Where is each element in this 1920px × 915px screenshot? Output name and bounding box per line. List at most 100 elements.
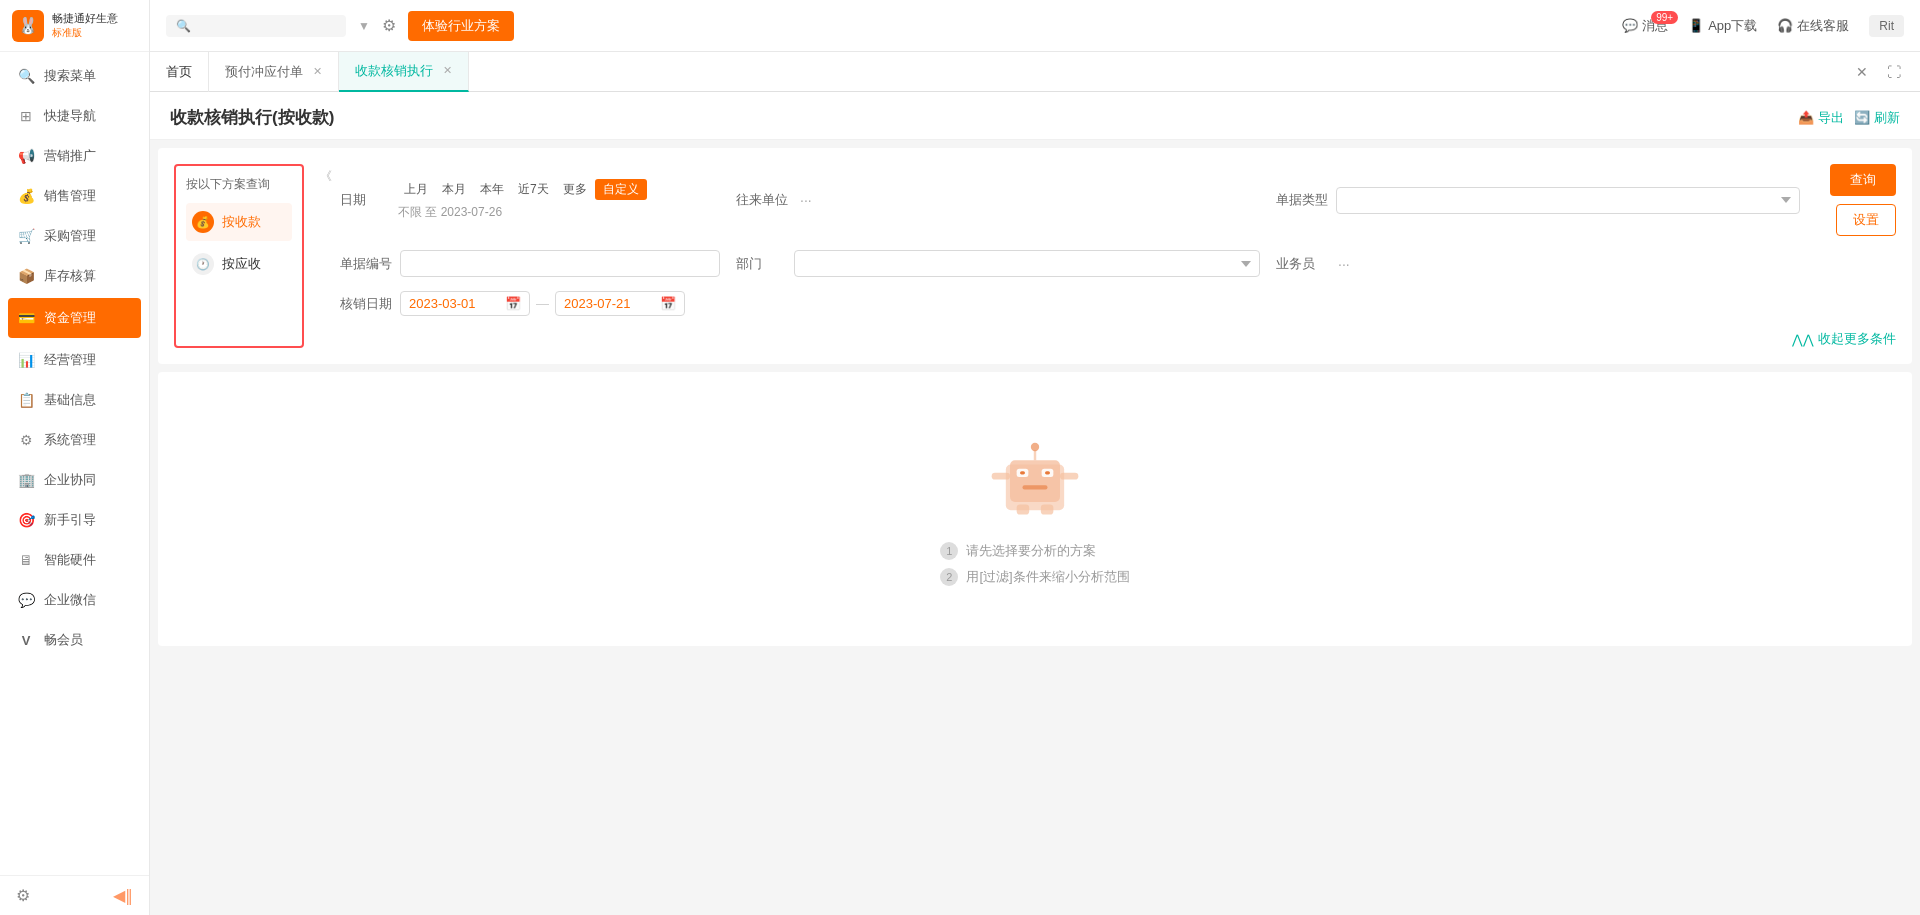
filter-option-by-collection[interactable]: 💰 按收款 xyxy=(186,203,292,241)
filter-option-collection-label: 按收款 xyxy=(222,213,261,231)
verify-date-end-wrap: 📅 xyxy=(555,291,685,316)
business-ellipsis-btn[interactable]: ··· xyxy=(1334,252,1354,276)
export-btn[interactable]: 📤 导出 xyxy=(1798,109,1844,127)
voucher-type-select[interactable] xyxy=(1336,187,1800,214)
date-separator: — xyxy=(536,296,549,311)
verify-date-start-input[interactable] xyxy=(409,296,499,311)
date-shortcut-last-month[interactable]: 上月 xyxy=(398,179,434,200)
sidebar-item-label: 快捷导航 xyxy=(44,107,96,125)
tab-expand-icon[interactable]: ⛶ xyxy=(1880,58,1908,86)
filter-form: 日期 上月 本月 本年 近7天 更多 自定义 不限 至 2023-07-26 xyxy=(340,164,1896,348)
tab-collection-label: 收款核销执行 xyxy=(355,62,433,80)
sidebar-item-label: 新手引导 xyxy=(44,511,96,529)
sidebar-item-member[interactable]: V 畅会员 xyxy=(0,620,149,660)
filter-area: 按以下方案查询 💰 按收款 🕐 按应收 《 日期 xyxy=(158,148,1912,364)
sidebar-item-hardware[interactable]: 🖥 智能硬件 xyxy=(0,540,149,580)
date-shortcut-more[interactable]: 更多 xyxy=(557,179,593,200)
tab-collection-close-icon[interactable]: ✕ xyxy=(443,64,452,77)
topbar-search[interactable]: 🔍 xyxy=(166,15,346,37)
page-title: 收款核销执行(按收款) xyxy=(170,106,334,129)
voucher-no-input[interactable] xyxy=(400,250,720,277)
industry-btn[interactable]: 体验行业方案 xyxy=(408,11,514,41)
basic-info-icon: 📋 xyxy=(16,390,36,410)
tab-home-label: 首页 xyxy=(166,63,192,81)
sidebar-item-system[interactable]: ⚙ 系统管理 xyxy=(0,420,149,460)
verify-date-start-cal-icon[interactable]: 📅 xyxy=(505,296,521,311)
tab-home[interactable]: 首页 xyxy=(150,52,209,92)
filter-row-1: 日期 上月 本月 本年 近7天 更多 自定义 不限 至 2023-07-26 xyxy=(340,164,1896,236)
filter-option-collection-icon: 💰 xyxy=(192,211,214,233)
date-field: 日期 上月 本月 本年 近7天 更多 自定义 不限 至 2023-07-26 xyxy=(340,179,720,221)
refresh-icon: 🔄 xyxy=(1854,110,1870,125)
sidebar-item-quick-nav[interactable]: ⊞ 快捷导航 xyxy=(0,96,149,136)
counterparty-ellipsis-btn[interactable]: ··· xyxy=(796,188,816,212)
settings-icon[interactable]: ⚙ xyxy=(16,886,30,905)
date-shortcut-group: 上月 本月 本年 近7天 更多 自定义 xyxy=(398,179,647,200)
tab-close-all-icon[interactable]: ✕ xyxy=(1848,58,1876,86)
collapse-sidebar-icon[interactable]: ◀‖ xyxy=(113,886,133,905)
sidebar-item-search[interactable]: 🔍 搜索菜单 xyxy=(0,56,149,96)
online-service-label: 在线客服 xyxy=(1797,17,1849,35)
sidebar-item-wechat[interactable]: 💬 企业微信 xyxy=(0,580,149,620)
sidebar-item-label: 畅会员 xyxy=(44,631,83,649)
filter-right-actions: 查询 设置 xyxy=(1816,164,1896,236)
refresh-btn[interactable]: 🔄 刷新 xyxy=(1854,109,1900,127)
verify-date-end-input[interactable] xyxy=(564,296,654,311)
app-download-btn[interactable]: 📱 App下载 xyxy=(1688,17,1757,35)
sidebar-nav: 🔍 搜索菜单 ⊞ 快捷导航 📢 营销推广 💰 销售管理 🛒 采购管理 📦 库存核… xyxy=(0,52,149,875)
tab-prepay-close-icon[interactable]: ✕ xyxy=(313,65,322,78)
export-label: 导出 xyxy=(1818,109,1844,127)
export-icon: 📤 xyxy=(1798,110,1814,125)
date-shortcut-this-month[interactable]: 本月 xyxy=(436,179,472,200)
department-select[interactable] xyxy=(794,250,1260,277)
date-not-limit-text: 不限 至 2023-07-26 xyxy=(398,204,647,221)
verify-date-field: 核销日期 📅 — 📅 xyxy=(340,291,1896,316)
sidebar-item-basic-info[interactable]: 📋 基础信息 xyxy=(0,380,149,420)
tab-prepay[interactable]: 预付冲应付单 ✕ xyxy=(209,52,339,92)
enterprise-icon: 🏢 xyxy=(16,470,36,490)
page-header: 收款核销执行(按收款) 📤 导出 🔄 刷新 xyxy=(150,92,1920,140)
sidebar-footer: ⚙ ◀‖ xyxy=(0,875,149,915)
sidebar-item-finance[interactable]: 💳 资金管理 xyxy=(8,298,141,338)
sidebar-item-marketing[interactable]: 📢 营销推广 xyxy=(0,136,149,176)
tab-collection[interactable]: 收款核销执行 ✕ xyxy=(339,52,469,92)
filter-sidebar-title: 按以下方案查询 xyxy=(186,176,292,193)
voucher-no-field: 单据编号 xyxy=(340,250,720,277)
system-icon: ⚙ xyxy=(16,430,36,450)
filter-option-receivable-label: 按应收 xyxy=(222,255,261,273)
refresh-label: 刷新 xyxy=(1874,109,1900,127)
filter-row-3: 核销日期 📅 — 📅 xyxy=(340,291,1896,316)
filter-collapse-btn[interactable]: 《 xyxy=(320,164,340,348)
message-btn[interactable]: 💬 消息 99+ xyxy=(1622,17,1668,35)
sidebar-item-purchase[interactable]: 🛒 采购管理 xyxy=(0,216,149,256)
sidebar-item-label: 资金管理 xyxy=(44,309,96,327)
topbar-search-icon: 🔍 xyxy=(176,19,191,33)
user-info[interactable]: Rit xyxy=(1869,15,1904,37)
date-shortcut-this-year[interactable]: 本年 xyxy=(474,179,510,200)
app-download-label: App下载 xyxy=(1708,17,1757,35)
svg-rect-1 xyxy=(1010,460,1060,502)
sidebar-item-enterprise[interactable]: 🏢 企业协同 xyxy=(0,460,149,500)
topbar-gear-icon[interactable]: ⚙ xyxy=(382,16,396,35)
sidebar-item-business[interactable]: 📊 经营管理 xyxy=(0,340,149,380)
filter-option-by-receivable[interactable]: 🕐 按应收 xyxy=(186,245,292,283)
more-conditions-btn[interactable]: ⋀⋀ 收起更多条件 xyxy=(340,330,1896,348)
verify-date-end-cal-icon[interactable]: 📅 xyxy=(660,296,676,311)
date-shortcut-7days[interactable]: 近7天 xyxy=(512,179,555,200)
sidebar-item-inventory[interactable]: 📦 库存核算 xyxy=(0,256,149,296)
empty-state: 1 请先选择要分析的方案 2 用[过滤]条件来缩小分析范围 xyxy=(158,372,1912,646)
purchase-icon: 🛒 xyxy=(16,226,36,246)
setting-btn[interactable]: 设置 xyxy=(1836,204,1896,236)
empty-tip-2: 2 用[过滤]条件来缩小分析范围 xyxy=(940,568,1129,586)
sidebar-item-sales[interactable]: 💰 销售管理 xyxy=(0,176,149,216)
query-btn[interactable]: 查询 xyxy=(1830,164,1896,196)
date-shortcut-custom[interactable]: 自定义 xyxy=(595,179,647,200)
topbar: 🔍 ▼ ⚙ 体验行业方案 💬 消息 99+ 📱 App下载 🎧 在线客服 Rit xyxy=(150,0,1920,52)
sidebar-item-label: 采购管理 xyxy=(44,227,96,245)
main-area: 🔍 ▼ ⚙ 体验行业方案 💬 消息 99+ 📱 App下载 🎧 在线客服 Rit xyxy=(150,0,1920,915)
counterparty-label: 往来单位 xyxy=(736,191,788,209)
topbar-right: 💬 消息 99+ 📱 App下载 🎧 在线客服 Rit xyxy=(1622,15,1904,37)
online-service-btn[interactable]: 🎧 在线客服 xyxy=(1777,17,1849,35)
sidebar-item-guide[interactable]: 🎯 新手引导 xyxy=(0,500,149,540)
sales-icon: 💰 xyxy=(16,186,36,206)
